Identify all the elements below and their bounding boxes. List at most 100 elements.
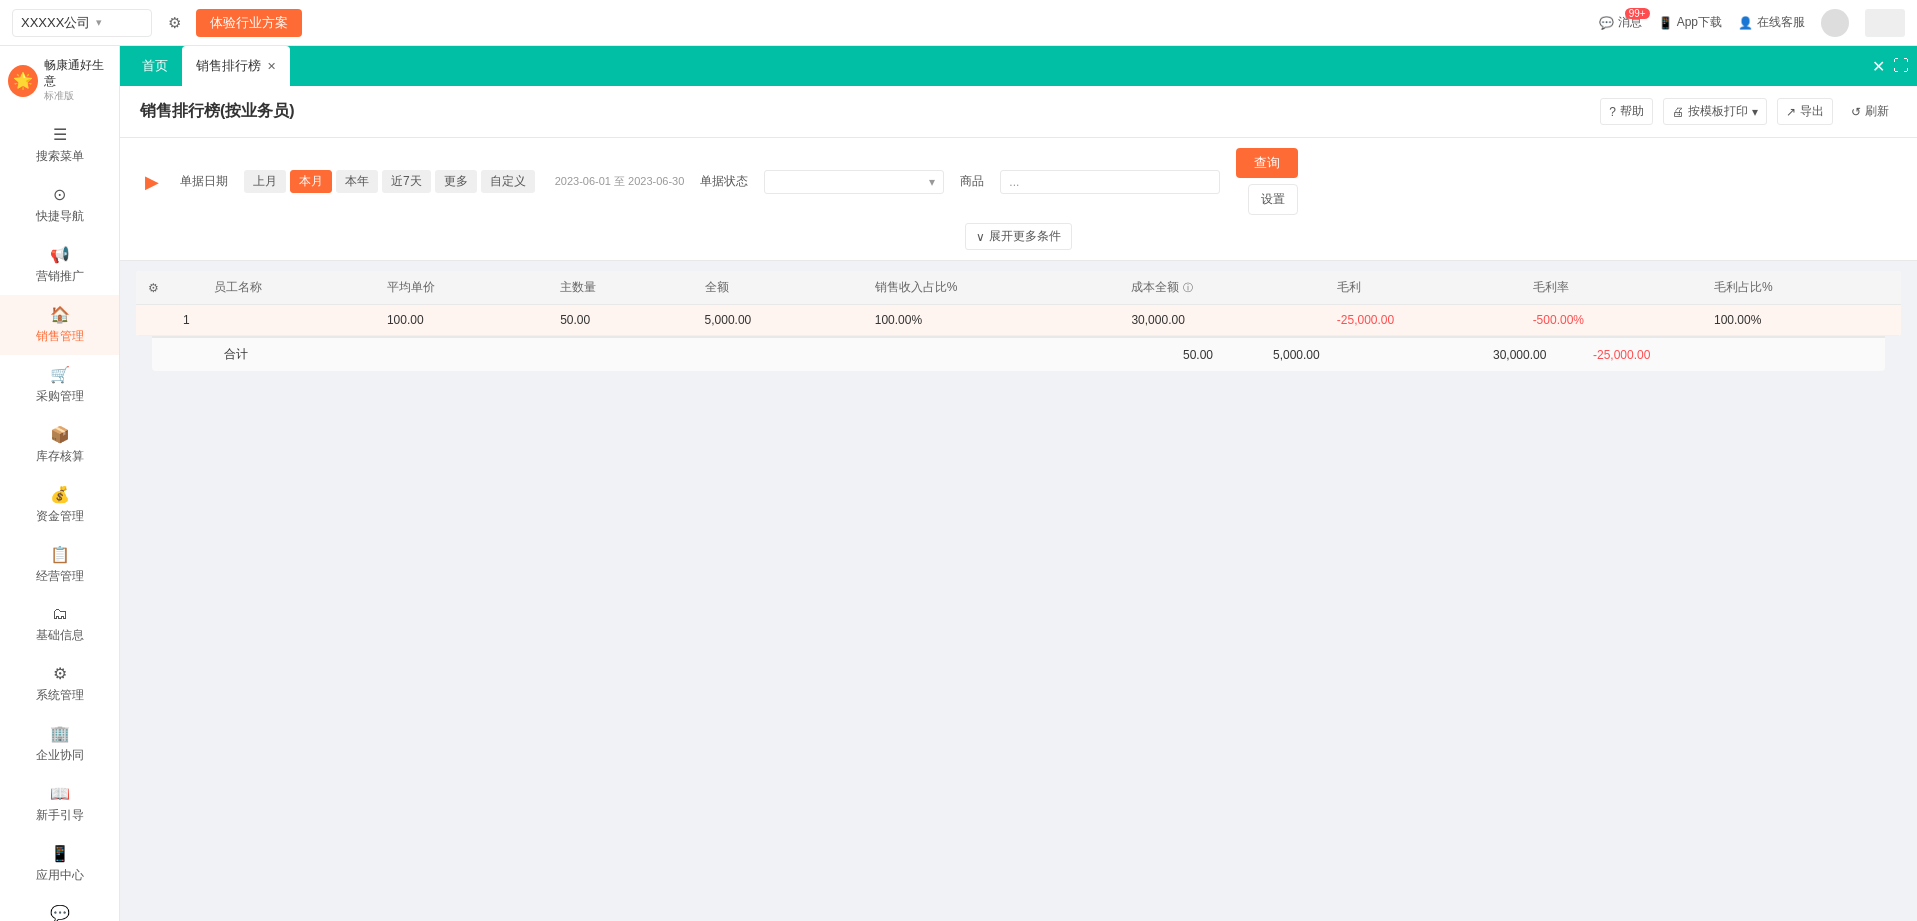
date-more[interactable]: 更多 bbox=[435, 170, 477, 193]
app-download-button[interactable]: 📱 App下载 bbox=[1658, 14, 1722, 31]
filter-expand-arrow[interactable]: ▶ bbox=[140, 170, 164, 194]
tab-home[interactable]: 首页 bbox=[128, 46, 182, 86]
sidebar-item-purchase[interactable]: 🛒 采购管理 bbox=[0, 355, 119, 415]
sidebar-item-search[interactable]: ☰ 搜索菜单 bbox=[0, 115, 119, 175]
tab-minimize-icon[interactable]: ✕ bbox=[1872, 57, 1885, 76]
content-area: 首页 销售排行榜 ✕ ✕ ⛶ 销售排行榜(按业务员) ? 帮助 bbox=[120, 46, 1917, 921]
filter-row-1: ▶ 单据日期 上月 本月 本年 近7天 更多 自定义 2023-06-01 至 … bbox=[140, 148, 1897, 215]
sidebar-item-inventory[interactable]: 📦 库存核算 bbox=[0, 415, 119, 475]
top-bar: XXXXX公司 ▾ ⚙ 体验行业方案 💬 消息 99+ 📱 App下载 👤 在线… bbox=[0, 0, 1917, 46]
sidebar-label-search: 搜索菜单 bbox=[36, 148, 84, 165]
filter-row-2: ∨ 展开更多条件 bbox=[140, 223, 1897, 250]
sidebar: 🌟 畅康通好生意 标准版 ☰ 搜索菜单 ⊙ 快捷导航 📢 营销推广 🏠 销售管理… bbox=[0, 46, 120, 921]
query-button[interactable]: 查询 bbox=[1236, 148, 1298, 178]
print-button[interactable]: 🖨 按模板打印 ▾ bbox=[1663, 98, 1767, 125]
print-arrow-icon: ▾ bbox=[1752, 105, 1758, 119]
sidebar-label-basic: 基础信息 bbox=[36, 627, 84, 644]
date-current-month[interactable]: 本月 bbox=[290, 170, 332, 193]
sidebar-label-shortcut: 快捷导航 bbox=[36, 208, 84, 225]
date-prev-month[interactable]: 上月 bbox=[244, 170, 286, 193]
sidebar-item-apps[interactable]: 📱 应用中心 bbox=[0, 834, 119, 894]
status-select[interactable]: ▾ bbox=[764, 170, 944, 194]
footer-cost: 30,000.00 bbox=[1493, 348, 1593, 362]
tab-sales-ranking[interactable]: 销售排行榜 ✕ bbox=[182, 46, 290, 86]
shortcut-icon: ⊙ bbox=[53, 185, 66, 204]
date-label: 单据日期 bbox=[180, 173, 228, 190]
avatar[interactable] bbox=[1821, 9, 1849, 37]
col-gross-rate: 毛利率 bbox=[1521, 271, 1702, 305]
message-badge: 99+ bbox=[1625, 8, 1650, 19]
online-service-button[interactable]: 👤 在线客服 bbox=[1738, 14, 1805, 31]
row-avg-price: 100.00 bbox=[375, 305, 548, 336]
footer-gross: -25,000.00 bbox=[1593, 348, 1693, 362]
settings-icon[interactable]: ⚙ bbox=[160, 9, 188, 37]
row-qty: 50.00 bbox=[548, 305, 692, 336]
search-menu-icon: ☰ bbox=[53, 125, 67, 144]
goods-label: 商品 bbox=[960, 173, 984, 190]
sidebar-label-sales: 销售管理 bbox=[36, 328, 84, 345]
table-row: 1 100.00 50.00 5,000.00 100.00% 30,000.0… bbox=[136, 305, 1901, 336]
query-set-group: 查询 设置 bbox=[1236, 148, 1298, 215]
help-button[interactable]: ? 帮助 bbox=[1600, 98, 1653, 125]
sidebar-label-marketing: 营销推广 bbox=[36, 268, 84, 285]
sidebar-item-marketing[interactable]: 📢 营销推广 bbox=[0, 235, 119, 295]
col-avg-price: 平均单价 bbox=[375, 271, 548, 305]
company-selector[interactable]: XXXXX公司 ▾ bbox=[12, 9, 152, 37]
date-7days[interactable]: 近7天 bbox=[382, 170, 431, 193]
app-icon: 📱 bbox=[1658, 16, 1673, 30]
sidebar-label-apps: 应用中心 bbox=[36, 867, 84, 884]
export-button[interactable]: ↗ 导出 bbox=[1777, 98, 1833, 125]
page-actions: ? 帮助 🖨 按模板打印 ▾ ↗ 导出 ↺ 刷新 bbox=[1600, 98, 1897, 125]
sidebar-item-system[interactable]: ⚙ 系统管理 bbox=[0, 654, 119, 714]
expand-more-button[interactable]: ∨ 展开更多条件 bbox=[965, 223, 1072, 250]
refresh-button[interactable]: ↺ 刷新 bbox=[1843, 99, 1897, 124]
purchase-icon: 🛒 bbox=[50, 365, 70, 384]
tab-active-label: 销售排行榜 bbox=[196, 57, 261, 75]
sidebar-item-shortcut[interactable]: ⊙ 快捷导航 bbox=[0, 175, 119, 235]
table-wrapper: ⚙ 员工名称 平均单价 主数量 全额 销售收入占比% 成本全额 ⓘ 毛利 毛利率… bbox=[120, 261, 1917, 921]
apps-icon: 📱 bbox=[50, 844, 70, 863]
help-icon: ? bbox=[1609, 105, 1616, 119]
row-rank: 1 bbox=[171, 305, 202, 336]
row-settings bbox=[136, 305, 171, 336]
row-cost: 30,000.00 bbox=[1119, 305, 1324, 336]
settings-button[interactable]: 设置 bbox=[1248, 184, 1298, 215]
wechat-icon: 💬 bbox=[50, 904, 70, 921]
sidebar-item-sales[interactable]: 🏠 销售管理 bbox=[0, 295, 119, 355]
row-amount: 5,000.00 bbox=[693, 305, 863, 336]
service-label: 在线客服 bbox=[1757, 14, 1805, 31]
basic-icon: 🗂 bbox=[52, 605, 68, 623]
logo-sub: 标准版 bbox=[44, 89, 111, 103]
sidebar-logo: 🌟 畅康通好生意 标准版 bbox=[0, 46, 119, 115]
goods-input[interactable]: ... bbox=[1000, 170, 1220, 194]
message-button[interactable]: 💬 消息 99+ bbox=[1599, 14, 1642, 31]
operation-icon: 📋 bbox=[50, 545, 70, 564]
sidebar-item-finance[interactable]: 💰 资金管理 bbox=[0, 475, 119, 535]
sidebar-item-operation[interactable]: 📋 经营管理 bbox=[0, 535, 119, 595]
footer-label: 合计 bbox=[224, 346, 1093, 363]
sidebar-item-enterprise[interactable]: 🏢 企业协同 bbox=[0, 714, 119, 774]
date-current-year[interactable]: 本年 bbox=[336, 170, 378, 193]
tab-maximize-icon[interactable]: ⛶ bbox=[1893, 57, 1909, 75]
sidebar-label-finance: 资金管理 bbox=[36, 508, 84, 525]
col-amount: 全额 bbox=[693, 271, 863, 305]
sidebar-label-inventory: 库存核算 bbox=[36, 448, 84, 465]
col-settings[interactable]: ⚙ bbox=[136, 271, 171, 305]
sidebar-item-basic[interactable]: 🗂 基础信息 bbox=[0, 595, 119, 654]
date-custom[interactable]: 自定义 bbox=[481, 170, 535, 193]
status-select-arrow: ▾ bbox=[929, 175, 935, 189]
tab-close-icon[interactable]: ✕ bbox=[267, 60, 276, 73]
table-header-row: ⚙ 员工名称 平均单价 主数量 全额 销售收入占比% 成本全额 ⓘ 毛利 毛利率… bbox=[136, 271, 1901, 305]
finance-icon: 💰 bbox=[50, 485, 70, 504]
sidebar-item-wechat[interactable]: 💬 企业微信 bbox=[0, 894, 119, 921]
trial-button[interactable]: 体验行业方案 bbox=[196, 9, 302, 37]
sales-icon: 🏠 bbox=[50, 305, 70, 324]
goods-placeholder: ... bbox=[1009, 175, 1019, 189]
sidebar-item-guide[interactable]: 📖 新手引导 bbox=[0, 774, 119, 834]
footer-amount: 5,000.00 bbox=[1273, 348, 1373, 362]
top-bar-right: 💬 消息 99+ 📱 App下载 👤 在线客服 bbox=[1599, 9, 1905, 37]
col-employee: 员工名称 bbox=[202, 271, 375, 305]
row-gross-pct: 100.00% bbox=[1702, 305, 1901, 336]
company-name: XXXXX公司 bbox=[21, 14, 90, 32]
date-options: 上月 本月 本年 近7天 更多 自定义 bbox=[244, 170, 535, 193]
